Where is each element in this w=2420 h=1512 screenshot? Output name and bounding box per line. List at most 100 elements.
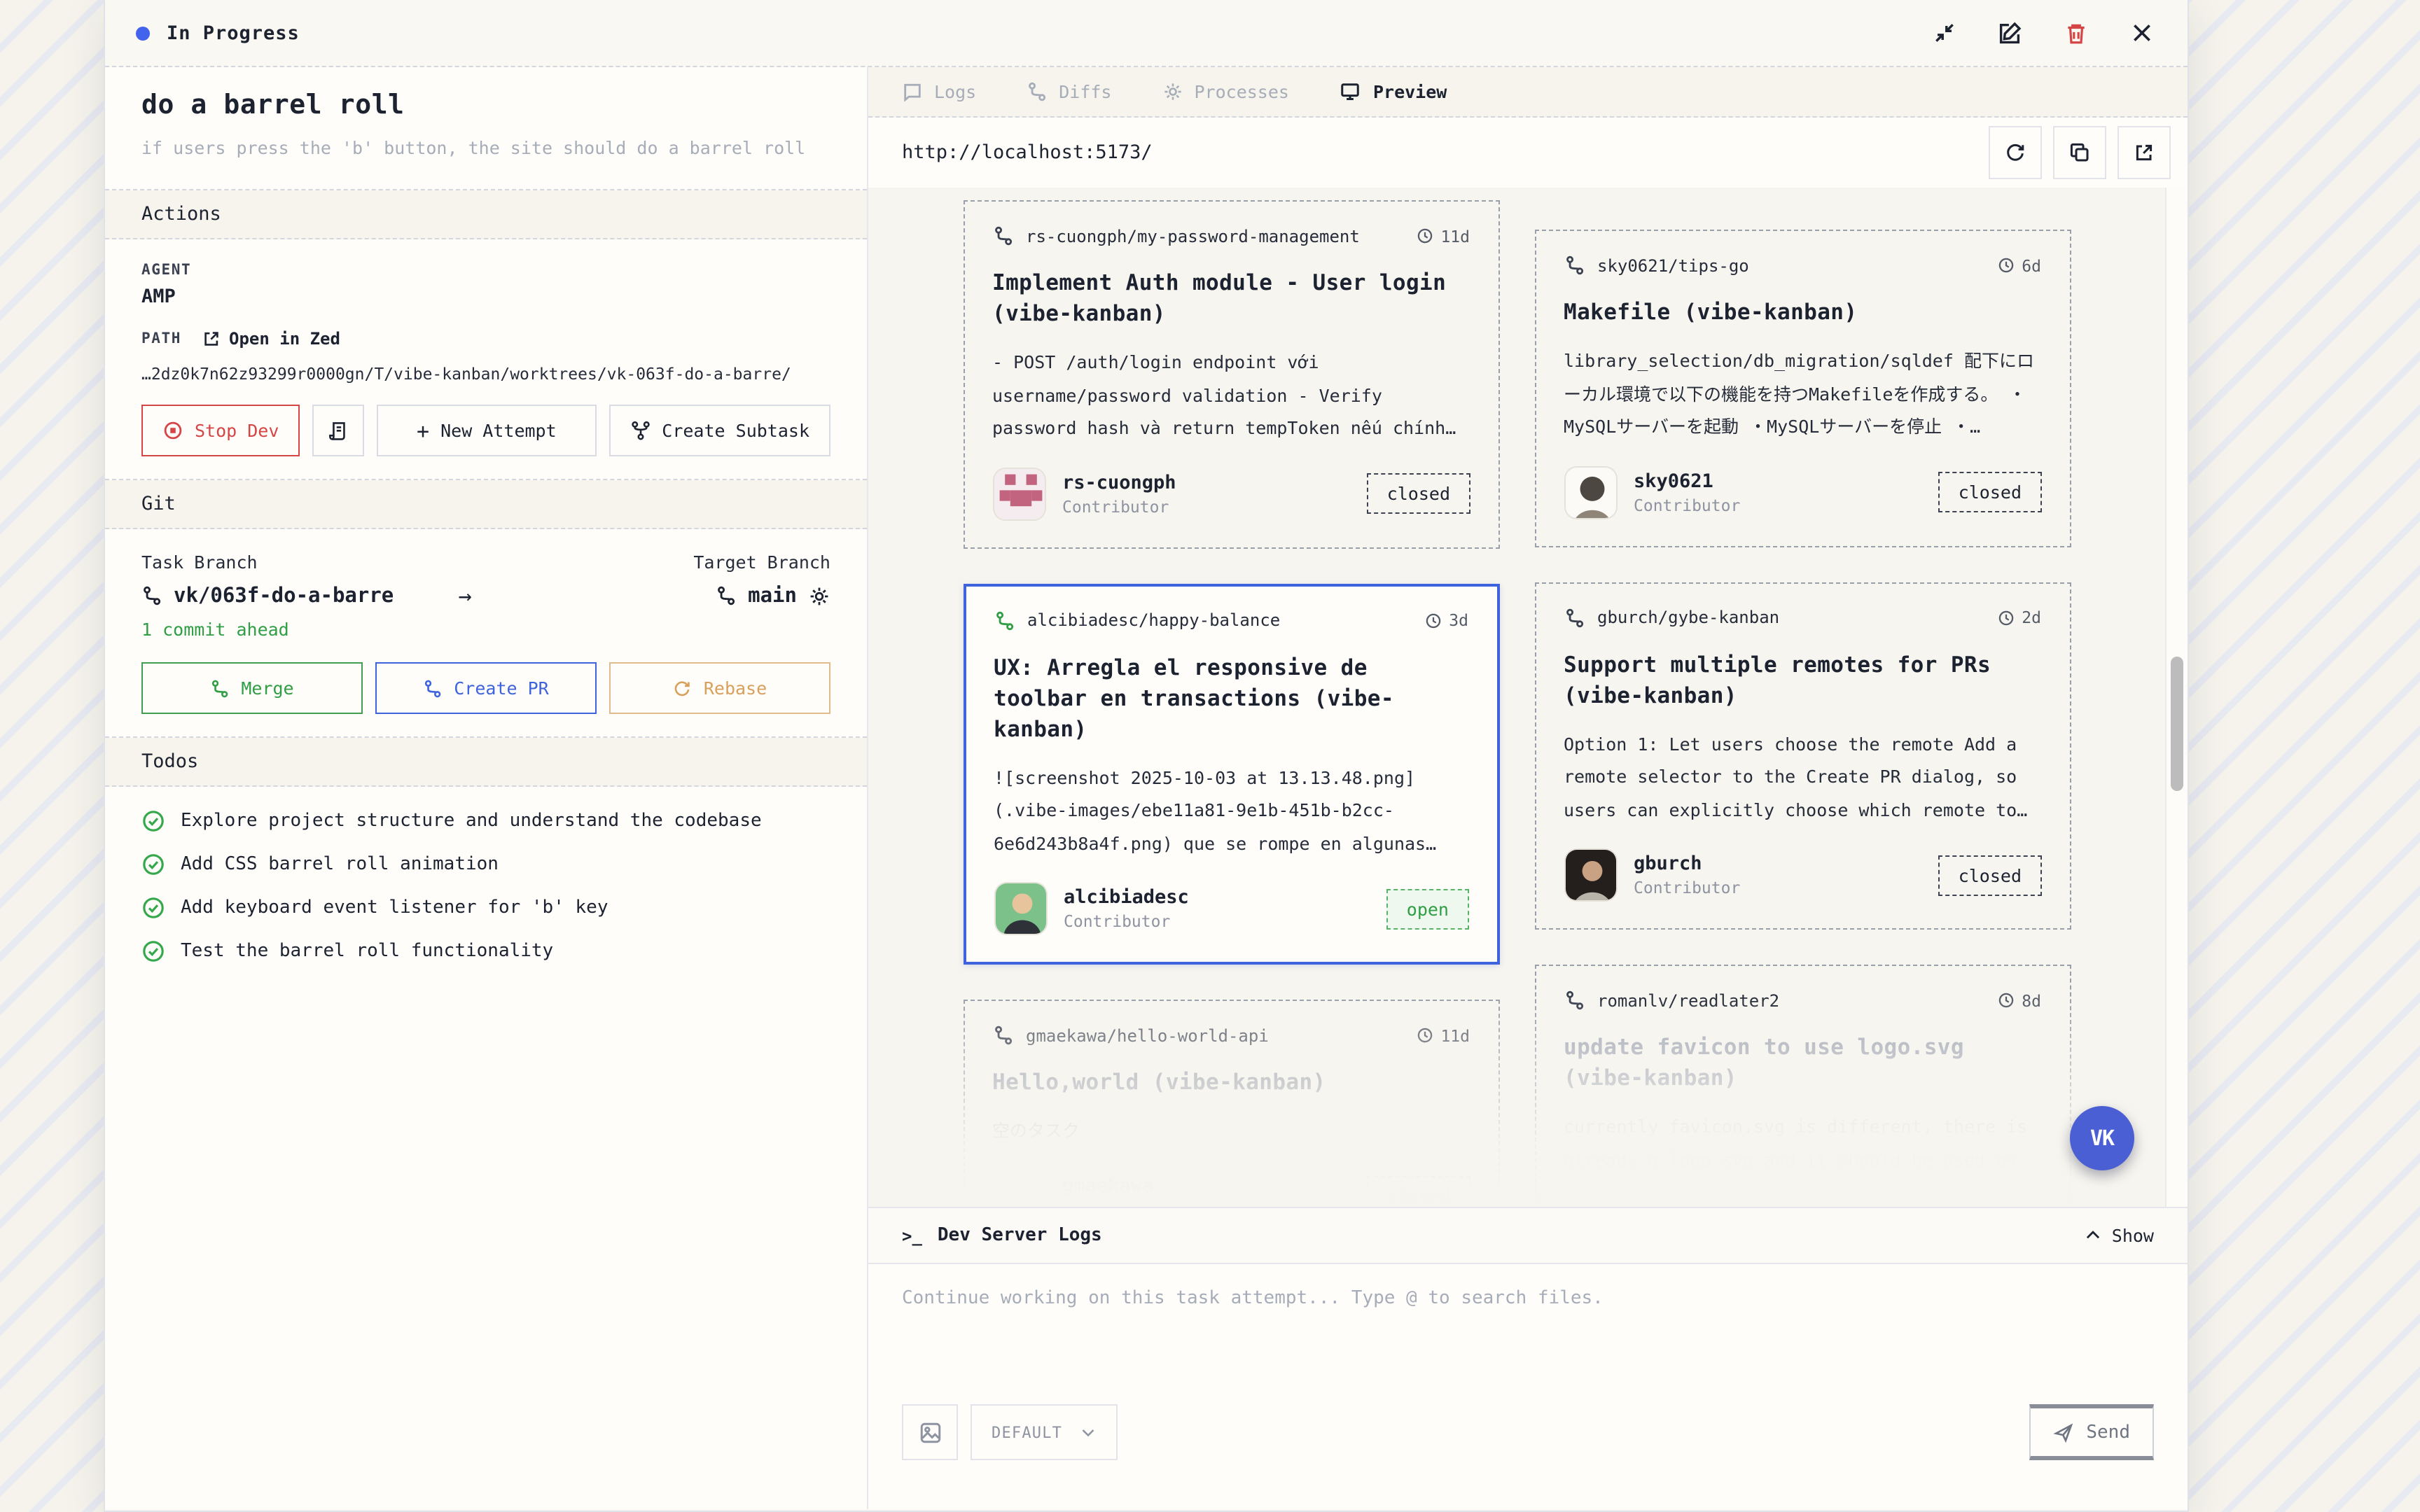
new-attempt-button[interactable]: + New Attempt <box>377 405 597 457</box>
git-branch-icon <box>996 610 1013 630</box>
card-description: 空のタスク <box>992 1120 1080 1141</box>
message-composer: DEFAULT Send <box>868 1263 2188 1509</box>
card-age: 8d <box>2022 990 2041 1010</box>
refresh-icon <box>675 681 690 696</box>
actions-section-body: AGENT AMP PATH Open in Zed …2dz0k7n62z93… <box>105 239 867 481</box>
show-logs-button[interactable]: Show <box>2084 1225 2154 1246</box>
todos-section-body: Explore project structure and understand… <box>105 787 867 1509</box>
todo-item: Explore project structure and understand… <box>141 810 830 834</box>
dev-script-button[interactable] <box>312 405 365 457</box>
card-age: 2d <box>2022 608 2041 627</box>
card-age: 6d <box>2022 255 2041 275</box>
commit-ahead-status: 1 commit ahead <box>141 619 289 640</box>
card-title: Implement Auth module - User login (vibe… <box>992 270 1447 326</box>
task-branch-name: vk/063f-do-a-barre <box>174 584 394 608</box>
task-sidebar: do a barrel roll if users press the 'b' … <box>105 67 868 1509</box>
actions-section-header: Actions <box>105 190 867 240</box>
delete-icon[interactable] <box>2060 18 2091 48</box>
tab-preview[interactable]: Preview <box>1340 81 1447 102</box>
status-badge: closed <box>1938 855 2041 895</box>
task-card[interactable]: gmaekawa/hello-world-api 11d Hello,world… <box>963 1000 1499 1207</box>
arrow-right-icon: → <box>458 582 472 610</box>
task-card[interactable]: gburch/gybe-kanban 2d Support multiple r… <box>1534 582 2071 930</box>
task-card[interactable]: sky0621/tips-go 6d Makefile (vibe-kanban… <box>1534 230 2071 547</box>
terminal-prompt-icon: >_ <box>902 1226 922 1245</box>
open-in-zed-link[interactable]: Open in Zed <box>201 330 340 349</box>
open-external-icon[interactable] <box>2118 126 2171 179</box>
task-card-selected[interactable]: alcibiadesc/happy-balance 3d UX: Arregla… <box>963 583 1499 965</box>
preview-scrollbar[interactable] <box>2165 188 2188 1207</box>
todo-item: Test the barrel roll functionality <box>141 940 830 964</box>
card-branch: sky0621/tips-go <box>1597 255 1749 275</box>
create-pr-button[interactable]: Create PR <box>375 662 597 715</box>
card-user: alcibiadesc <box>1064 886 1189 909</box>
card-description: Option 1: Let users choose the remote Ad… <box>1564 733 2028 820</box>
edit-icon[interactable] <box>1994 18 2025 48</box>
card-description: ![screenshot 2025-10-03 at 13.13.48.png]… <box>994 766 1437 853</box>
task-branch-label: Task Branch <box>141 552 258 573</box>
card-role: Contributor <box>1634 495 1741 514</box>
subtask-icon <box>631 421 650 441</box>
clock-icon <box>1417 228 1432 244</box>
dialog-header: In Progress <box>105 0 2188 67</box>
send-icon <box>2052 1422 2073 1443</box>
avatar <box>1564 848 1617 902</box>
send-button[interactable]: Send <box>2029 1404 2154 1460</box>
card-role: Contributor <box>1064 911 1171 931</box>
check-circle-icon <box>143 854 164 876</box>
task-title-block: do a barrel roll if users press the 'b' … <box>105 67 867 191</box>
close-icon[interactable] <box>2126 18 2157 48</box>
create-subtask-button[interactable]: Create Subtask <box>609 405 830 457</box>
scrollbar-thumb[interactable] <box>2170 656 2183 791</box>
copy-icon[interactable] <box>2053 126 2106 179</box>
clock-icon <box>1417 1028 1432 1043</box>
screen: In Progress do a barrel roll if users pr… <box>0 0 2420 1512</box>
card-description: - POST /auth/login endpoint với username… <box>992 351 1446 438</box>
agent-value: AMP <box>141 286 176 309</box>
tab-logs[interactable]: Logs <box>902 81 976 102</box>
card-user: gmaekawa <box>1062 1174 1154 1196</box>
task-details-dialog: In Progress do a barrel roll if users pr… <box>104 0 2189 1512</box>
dev-server-logs-label: Dev Server Logs <box>937 1225 1102 1246</box>
rebase-button[interactable]: Rebase <box>609 662 830 715</box>
preview-page: rs-cuongph/my-password-management 11d Im… <box>868 188 2165 1207</box>
avatar <box>994 882 1047 935</box>
task-card[interactable]: rs-cuongph/my-password-management 11d Im… <box>963 200 1499 548</box>
todo-item: Add CSS barrel roll animation <box>141 853 830 877</box>
card-branch: romanlv/readlater2 <box>1597 990 1780 1010</box>
stop-dev-button[interactable]: Stop Dev <box>141 405 300 457</box>
dev-server-logs-bar[interactable]: >_ Dev Server Logs Show <box>868 1207 2188 1263</box>
attach-image-icon[interactable] <box>902 1404 958 1460</box>
task-description: if users press the 'b' button, the site … <box>141 137 806 158</box>
tab-processes[interactable]: Processes <box>1162 81 1289 102</box>
refresh-icon[interactable] <box>1989 126 2042 179</box>
git-branch-icon <box>994 226 1012 246</box>
status-badge: closed <box>1367 1176 1470 1207</box>
task-card[interactable]: romanlv/readlater2 8d update favicon to … <box>1534 965 2071 1204</box>
preview-url[interactable]: http://localhost:5173/ <box>902 141 1153 164</box>
card-title: Hello,world (vibe-kanban) <box>992 1070 1326 1095</box>
card-title: UX: Arregla el responsive de toolbar en … <box>994 654 1394 741</box>
preview-url-bar: http://localhost:5173/ <box>868 118 2188 188</box>
vibe-kanban-fab[interactable]: VK <box>2070 1106 2134 1170</box>
gear-icon <box>1163 83 1182 101</box>
card-title: Makefile (vibe-kanban) <box>1564 300 1858 325</box>
avatar <box>992 467 1045 520</box>
script-icon <box>329 421 346 440</box>
view-tabs: Logs Diffs Processes Preview <box>868 67 2188 118</box>
card-branch: gmaekawa/hello-world-api <box>1026 1026 1269 1045</box>
card-age: 11d <box>1440 1026 1470 1045</box>
card-title: Support multiple remotes for PRs (vibe-k… <box>1564 652 1991 708</box>
tab-diffs[interactable]: Diffs <box>1027 81 1112 102</box>
merge-button[interactable]: Merge <box>141 662 363 715</box>
agent-label: AGENT <box>141 262 192 279</box>
card-branch: rs-cuongph/my-password-management <box>1026 226 1360 246</box>
collapse-icon[interactable] <box>1928 18 1959 48</box>
check-circle-icon <box>143 811 164 832</box>
check-circle-icon <box>143 897 164 919</box>
chevron-down-icon <box>1081 1429 1094 1437</box>
model-variant-select[interactable]: DEFAULT <box>971 1404 1118 1460</box>
message-input[interactable] <box>868 1264 2188 1404</box>
card-age: 11d <box>1440 226 1470 246</box>
branch-settings-gear-icon[interactable] <box>808 585 830 608</box>
